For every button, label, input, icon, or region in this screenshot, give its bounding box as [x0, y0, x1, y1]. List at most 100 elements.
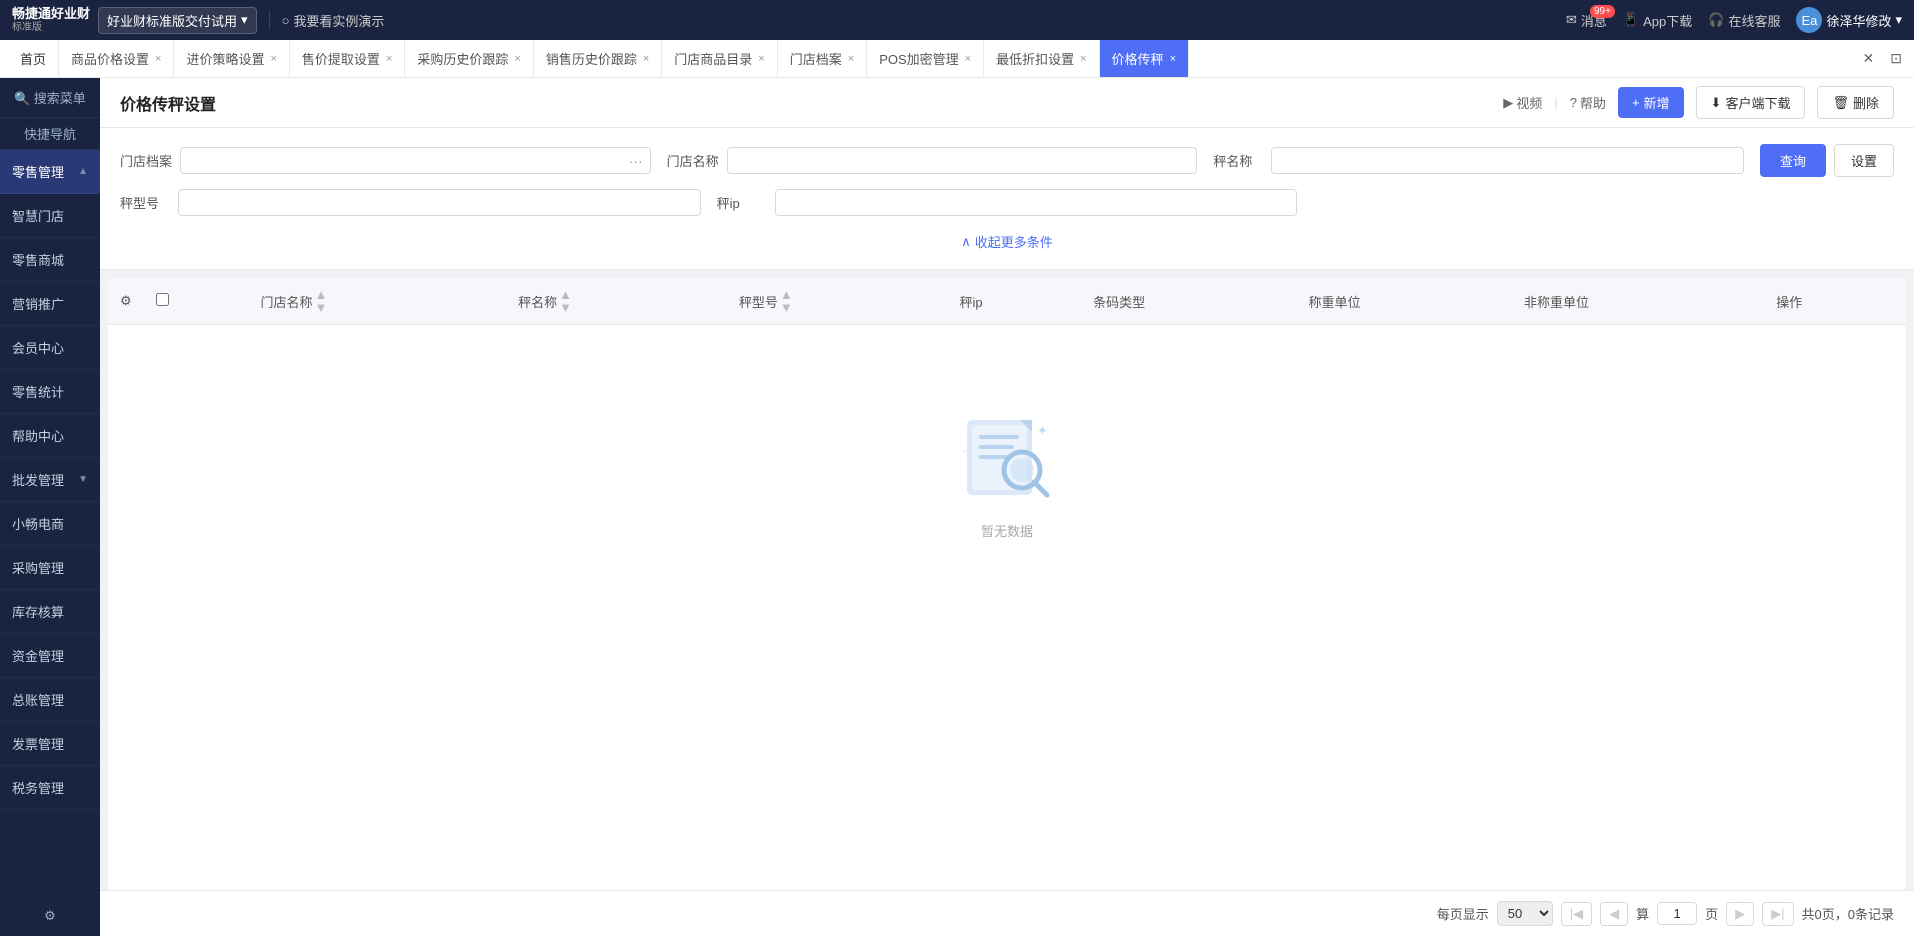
scale-ip-field: 秤ip: [717, 189, 1298, 216]
scale-model-input[interactable]: [178, 189, 701, 216]
chevron-up-icon: ∧: [961, 234, 971, 250]
tab-close-icon[interactable]: ×: [758, 53, 764, 65]
sort-scale-model[interactable]: 秤型号 ▲▼: [739, 288, 793, 314]
scale-name-input[interactable]: [1271, 147, 1744, 174]
help-link[interactable]: ? 帮助: [1570, 93, 1606, 112]
video-link[interactable]: ▶ 视频: [1503, 93, 1542, 112]
sidebar-item-smart-store[interactable]: 智慧门店: [0, 194, 100, 238]
tab-home[interactable]: 首页: [8, 40, 59, 78]
tab-close-icon[interactable]: ×: [965, 53, 971, 65]
search-form: 门店档案 ··· 门店名称 秤名称 查询 设置: [100, 128, 1914, 270]
message-button[interactable]: ✉ 消息 99+: [1566, 11, 1607, 30]
th-checkbox[interactable]: [144, 278, 249, 325]
user-menu[interactable]: Ea 徐泽华修改 ▾: [1796, 7, 1902, 33]
tab-store-catalog[interactable]: 门店商品目录 ×: [662, 40, 777, 78]
th-barcode-type: 条码类型: [1081, 278, 1296, 325]
sort-scale-name[interactable]: 秤名称 ▲▼: [518, 288, 572, 314]
sidebar-item-finance[interactable]: 资金管理: [0, 634, 100, 678]
close-all-tabs-button[interactable]: ✕: [1859, 50, 1879, 67]
th-store-name: 门店名称 ▲▼: [249, 278, 507, 325]
sidebar-nav-label: 快捷导航: [24, 127, 76, 142]
sidebar-item-ecommerce[interactable]: 小畅电商: [0, 502, 100, 546]
add-label: 新增: [1644, 93, 1670, 112]
sidebar-search[interactable]: 🔍 搜索菜单: [0, 78, 100, 118]
sidebar-quick-nav[interactable]: 快捷导航: [0, 118, 100, 150]
store-name-input[interactable]: [727, 147, 1198, 174]
sidebar-item-tax[interactable]: 税务管理: [0, 766, 100, 810]
message-icon: ✉: [1566, 12, 1577, 28]
sidebar-settings[interactable]: ⚙: [0, 896, 100, 936]
th-weight-unit: 称重单位: [1297, 278, 1512, 325]
collapse-button[interactable]: ∧ 收起更多条件: [120, 228, 1894, 255]
th-non-weight-unit: 非称重单位: [1512, 278, 1764, 325]
tab-close-icon[interactable]: ×: [270, 53, 276, 65]
tab-close-icon[interactable]: ×: [155, 53, 161, 65]
settings-button[interactable]: 设置: [1834, 144, 1894, 177]
search-button[interactable]: 查询: [1760, 144, 1826, 177]
scale-name-label: 秤名称: [1213, 151, 1263, 170]
sidebar-item-help[interactable]: 帮助中心: [0, 414, 100, 458]
scale-ip-input[interactable]: [775, 189, 1298, 216]
tab-close-icon[interactable]: ×: [386, 53, 392, 65]
tab-label: 首页: [20, 49, 46, 68]
tab-purchase-strategy[interactable]: 进价策略设置 ×: [174, 40, 289, 78]
page-input[interactable]: [1657, 902, 1697, 925]
tab-purchase-history[interactable]: 采购历史价跟踪 ×: [405, 40, 533, 78]
last-page-button[interactable]: ▶|: [1762, 902, 1793, 926]
sidebar-item-purchase[interactable]: 采购管理: [0, 546, 100, 590]
tab-label: 销售历史价跟踪: [546, 49, 637, 68]
per-page-select[interactable]: 50 20 100: [1497, 901, 1553, 926]
tab-min-discount[interactable]: 最低折扣设置 ×: [984, 40, 1099, 78]
more-options-icon[interactable]: ···: [629, 153, 643, 169]
select-all-checkbox[interactable]: [156, 293, 169, 306]
tab-label: 价格传秤: [1112, 49, 1164, 68]
sidebar-item-member[interactable]: 会员中心: [0, 326, 100, 370]
sidebar-item-label: 零售统计: [12, 382, 64, 401]
empty-row: ✦ · 暂无数据: [108, 325, 1906, 621]
tab-price-settings[interactable]: 商品价格设置 ×: [59, 40, 174, 78]
next-page-button[interactable]: ▶: [1726, 902, 1754, 926]
tab-pos-management[interactable]: POS加密管理 ×: [867, 40, 984, 78]
delete-button[interactable]: 🗑 删除: [1817, 86, 1894, 119]
store-file-input[interactable]: [180, 147, 651, 174]
app-download-button[interactable]: 📱 App下载: [1623, 11, 1692, 30]
add-button[interactable]: + 新增: [1618, 87, 1684, 118]
tab-close-icon[interactable]: ×: [1080, 53, 1086, 65]
tab-price-scale[interactable]: 价格传秤 ×: [1100, 40, 1189, 78]
sort-icon: ▲▼: [780, 288, 793, 314]
sidebar-item-retail-stats[interactable]: 零售统计: [0, 370, 100, 414]
data-table: ⚙ 门店名称 ▲▼ 秤名称: [108, 278, 1906, 620]
th-settings[interactable]: ⚙: [108, 278, 144, 325]
tab-close-icon[interactable]: ×: [514, 53, 520, 65]
page-title: 价格传秤设置: [120, 91, 216, 115]
tab-sale-extract[interactable]: 售价提取设置 ×: [290, 40, 405, 78]
version-select[interactable]: 好业财标准版交付试用 ▾: [98, 7, 257, 34]
avatar: Ea: [1796, 7, 1822, 33]
tab-close-icon[interactable]: ×: [643, 53, 649, 65]
prev-page-button[interactable]: ◀: [1600, 902, 1628, 926]
client-download-button[interactable]: ⬇ 客户端下载: [1696, 86, 1806, 119]
tab-sale-history[interactable]: 销售历史价跟踪 ×: [534, 40, 662, 78]
maximize-tab-button[interactable]: ⊡: [1886, 50, 1906, 67]
online-service-button[interactable]: 🎧 在线客服: [1708, 11, 1780, 30]
sidebar-item-label: 帮助中心: [12, 426, 64, 445]
sidebar-item-inventory[interactable]: 库存核算: [0, 590, 100, 634]
delete-icon: 🗑: [1832, 95, 1849, 111]
sidebar-item-invoice[interactable]: 发票管理: [0, 722, 100, 766]
tab-store-file[interactable]: 门店档案 ×: [778, 40, 867, 78]
sidebar-item-retail[interactable]: 零售管理 ▲: [0, 150, 100, 194]
demo-button[interactable]: ○ 我要看实例演示: [282, 11, 385, 30]
sidebar-item-marketing[interactable]: 营销推广: [0, 282, 100, 326]
help-icon: ?: [1570, 95, 1577, 110]
sidebar-item-ledger[interactable]: 总账管理: [0, 678, 100, 722]
sidebar-item-label: 采购管理: [12, 558, 64, 577]
first-page-button[interactable]: |◀: [1561, 902, 1592, 926]
sort-store-name[interactable]: 门店名称 ▲▼: [261, 288, 328, 314]
sidebar-item-retail-mall[interactable]: 零售商城: [0, 238, 100, 282]
tab-close-icon[interactable]: ×: [1170, 53, 1176, 65]
sidebar-item-label: 资金管理: [12, 646, 64, 665]
tab-close-icon[interactable]: ×: [848, 53, 854, 65]
sidebar-item-wholesale[interactable]: 批发管理 ▼: [0, 458, 100, 502]
sidebar: 🔍 搜索菜单 快捷导航 零售管理 ▲ 智慧门店 零售商城 营销推广 会员中心 零…: [0, 78, 100, 936]
svg-text:·: ·: [962, 443, 966, 458]
